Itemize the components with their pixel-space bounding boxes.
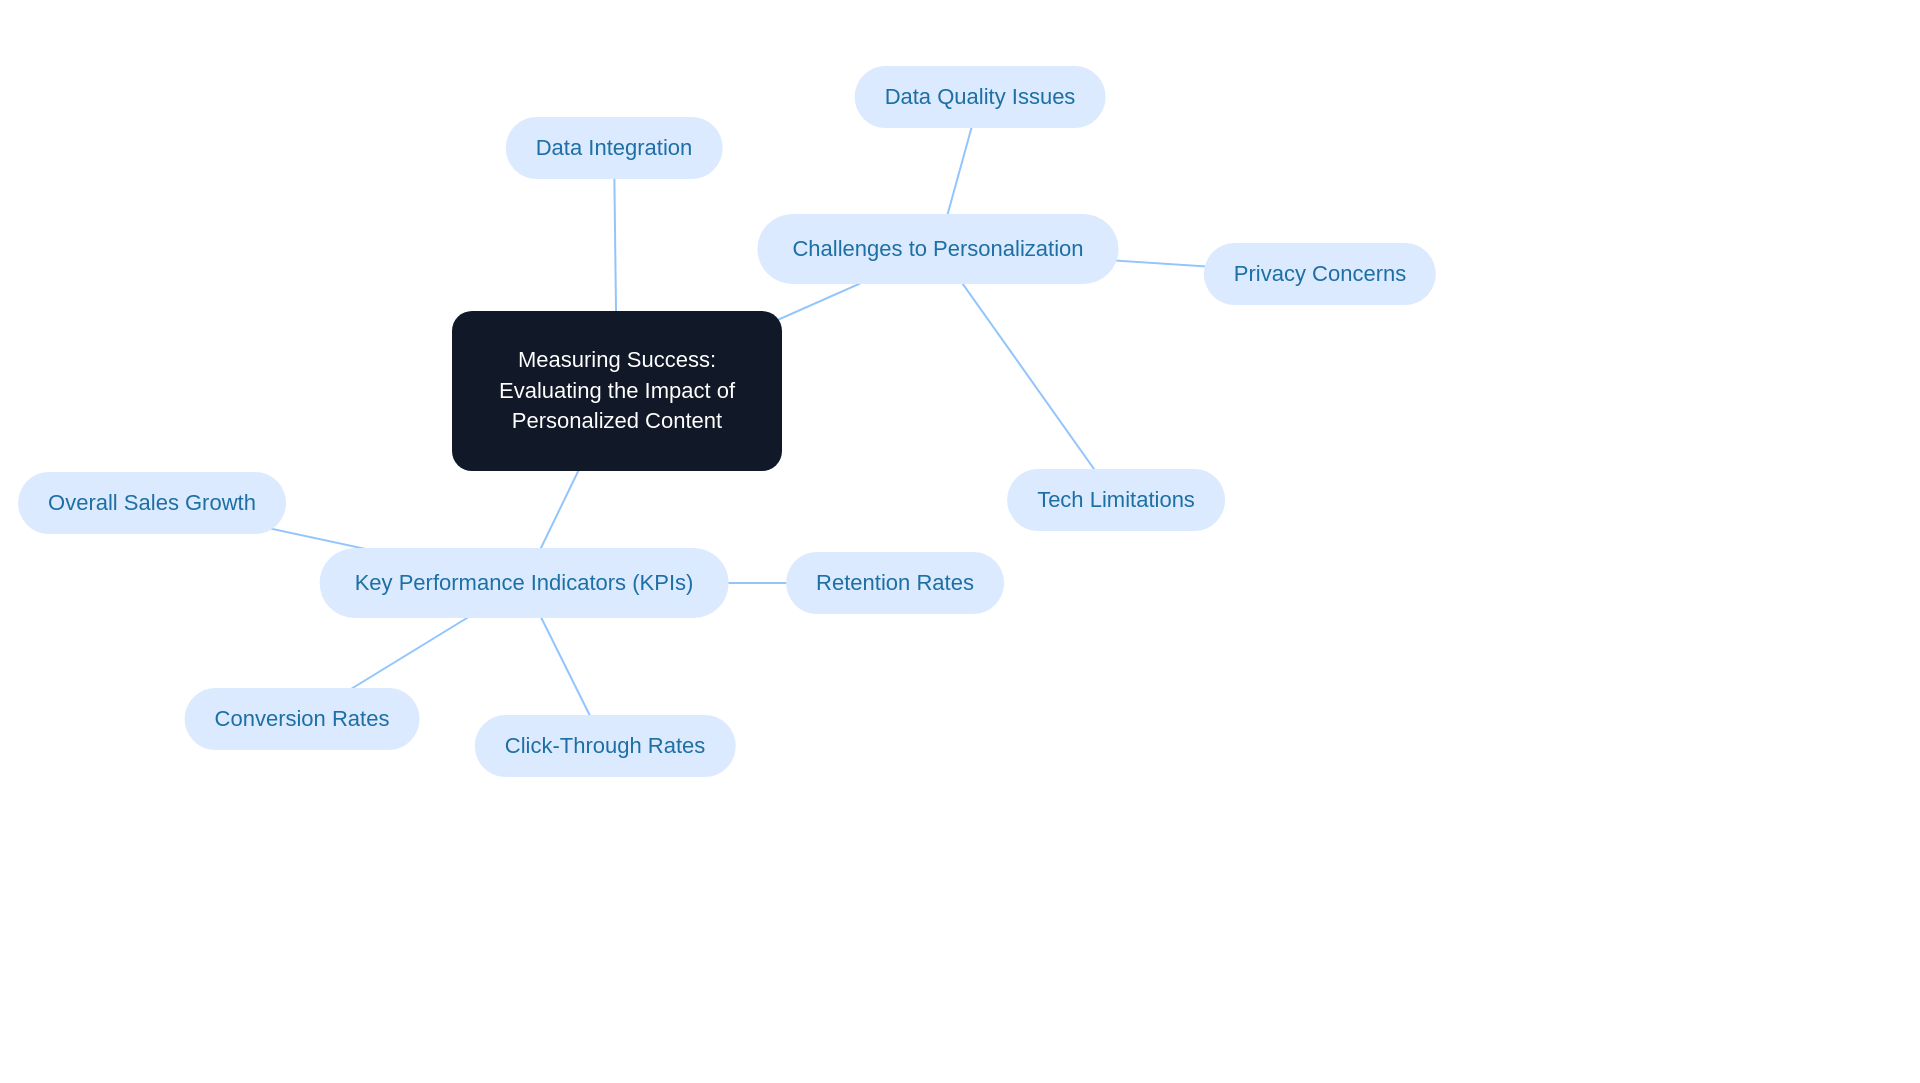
retention-rates-label: Retention Rates [816, 570, 974, 596]
data-quality-node[interactable]: Data Quality Issues [855, 66, 1106, 128]
data-quality-label: Data Quality Issues [885, 84, 1076, 110]
connections-svg [0, 0, 1920, 1083]
data-integration-node[interactable]: Data Integration [506, 117, 723, 179]
tech-limitations-label: Tech Limitations [1037, 487, 1195, 513]
kpi-label: Key Performance Indicators (KPIs) [355, 570, 694, 596]
center-label: Measuring Success: Evaluating the Impact… [472, 345, 762, 437]
tech-limitations-node[interactable]: Tech Limitations [1007, 469, 1225, 531]
svg-line-3 [938, 249, 1116, 500]
privacy-concerns-node[interactable]: Privacy Concerns [1204, 243, 1436, 305]
retention-rates-node[interactable]: Retention Rates [786, 552, 1004, 614]
challenges-node[interactable]: Challenges to Personalization [757, 214, 1118, 284]
center-node[interactable]: Measuring Success: Evaluating the Impact… [452, 311, 782, 471]
click-through-rates-label: Click-Through Rates [505, 733, 706, 759]
data-integration-label: Data Integration [536, 135, 693, 161]
privacy-concerns-label: Privacy Concerns [1234, 261, 1406, 287]
overall-sales-node[interactable]: Overall Sales Growth [18, 472, 286, 534]
challenges-label: Challenges to Personalization [792, 236, 1083, 262]
conversion-rates-label: Conversion Rates [215, 706, 390, 732]
conversion-rates-node[interactable]: Conversion Rates [185, 688, 420, 750]
kpi-node[interactable]: Key Performance Indicators (KPIs) [320, 548, 729, 618]
click-through-rates-node[interactable]: Click-Through Rates [475, 715, 736, 777]
mind-map: Measuring Success: Evaluating the Impact… [0, 0, 1920, 1083]
overall-sales-label: Overall Sales Growth [48, 490, 256, 516]
